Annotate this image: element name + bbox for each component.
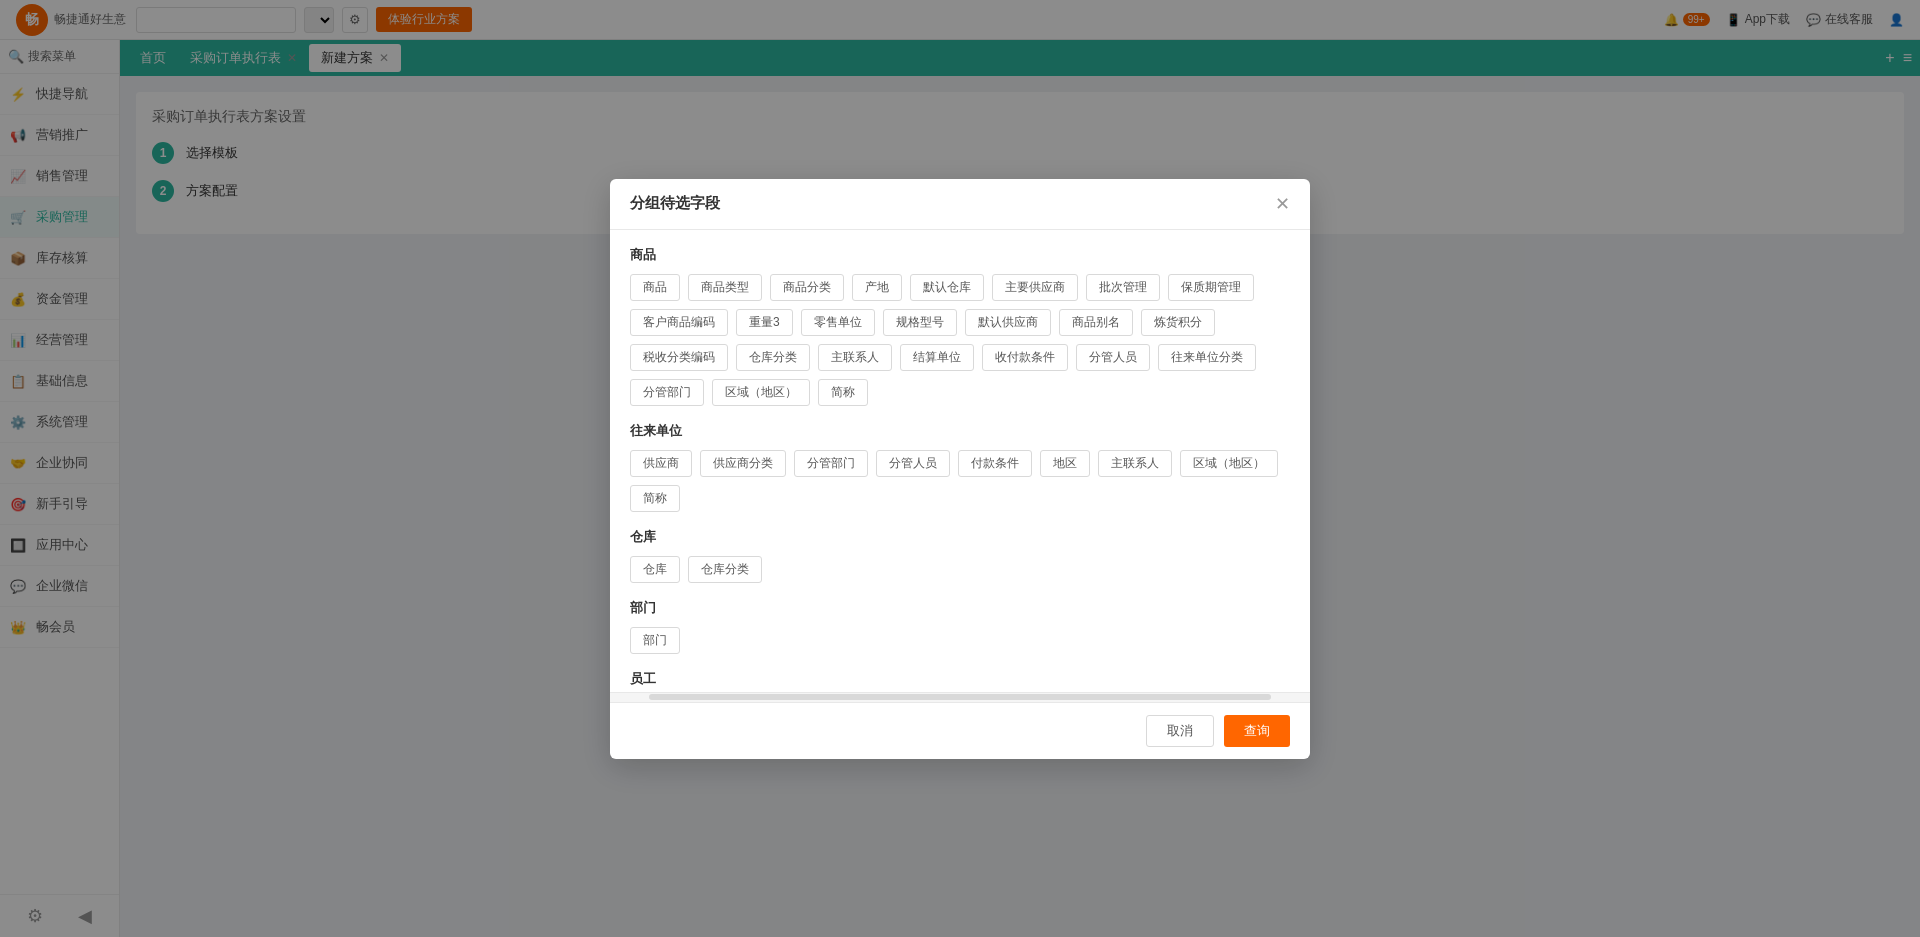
section-title-product: 商品 [630, 246, 1290, 264]
field-tag-product-7[interactable]: 保质期管理 [1168, 274, 1254, 301]
field-tag-department-0[interactable]: 部门 [630, 627, 680, 654]
modal-horizontal-scrollbar[interactable] [610, 692, 1310, 701]
section-title-warehouse: 仓库 [630, 528, 1290, 546]
field-section-warehouse: 仓库仓库仓库分类 [630, 528, 1290, 583]
field-tag-product-12[interactable]: 默认供应商 [965, 309, 1051, 336]
field-section-employee: 员工业务员 [630, 670, 1290, 693]
field-tag-product-23[interactable]: 区域（地区） [712, 379, 810, 406]
field-tag-warehouse-0[interactable]: 仓库 [630, 556, 680, 583]
field-tag-warehouse-1[interactable]: 仓库分类 [688, 556, 762, 583]
field-tag-partner-6[interactable]: 主联系人 [1098, 450, 1172, 477]
field-tag-product-21[interactable]: 往来单位分类 [1158, 344, 1256, 371]
field-tag-partner-7[interactable]: 区域（地区） [1180, 450, 1278, 477]
field-tag-product-4[interactable]: 默认仓库 [910, 274, 984, 301]
section-title-employee: 员工 [630, 670, 1290, 688]
field-tag-product-24[interactable]: 简称 [818, 379, 868, 406]
modal-close-btn[interactable]: ✕ [1275, 193, 1290, 215]
field-tags-product: 商品商品类型商品分类产地默认仓库主要供应商批次管理保质期管理客户商品编码重量3 零… [630, 274, 1290, 406]
field-tag-product-19[interactable]: 收付款条件 [982, 344, 1068, 371]
field-tag-product-15[interactable]: 税收分类编码 [630, 344, 728, 371]
field-tag-partner-2[interactable]: 分管部门 [794, 450, 868, 477]
field-tag-partner-5[interactable]: 地区 [1040, 450, 1090, 477]
field-tag-partner-0[interactable]: 供应商 [630, 450, 692, 477]
field-tag-partner-8[interactable]: 简称 [630, 485, 680, 512]
confirm-button[interactable]: 查询 [1224, 715, 1290, 747]
cancel-button[interactable]: 取消 [1146, 715, 1214, 747]
modal-overlay: 分组待选字段 ✕ 商品商品商品类型商品分类产地默认仓库主要供应商批次管理保质期管… [0, 0, 1920, 937]
field-tag-product-11[interactable]: 规格型号 [883, 309, 957, 336]
section-title-department: 部门 [630, 599, 1290, 617]
field-tag-product-13[interactable]: 商品别名 [1059, 309, 1133, 336]
modal-footer: 取消 查询 [610, 702, 1310, 759]
field-section-product: 商品商品商品类型商品分类产地默认仓库主要供应商批次管理保质期管理客户商品编码重量… [630, 246, 1290, 406]
field-tag-product-3[interactable]: 产地 [852, 274, 902, 301]
field-tag-product-10[interactable]: 零售单位 [801, 309, 875, 336]
field-tag-product-17[interactable]: 主联系人 [818, 344, 892, 371]
field-section-partner: 往来单位供应商供应商分类分管部门分管人员付款条件地区主联系人区域（地区） 简称 [630, 422, 1290, 512]
field-tag-product-0[interactable]: 商品 [630, 274, 680, 301]
section-title-partner: 往来单位 [630, 422, 1290, 440]
modal-header: 分组待选字段 ✕ [610, 179, 1310, 230]
field-tags-department: 部门 [630, 627, 1290, 654]
field-tag-partner-4[interactable]: 付款条件 [958, 450, 1032, 477]
field-section-department: 部门部门 [630, 599, 1290, 654]
field-tag-product-2[interactable]: 商品分类 [770, 274, 844, 301]
field-tag-product-6[interactable]: 批次管理 [1086, 274, 1160, 301]
field-tag-product-20[interactable]: 分管人员 [1076, 344, 1150, 371]
field-tag-product-8[interactable]: 客户商品编码 [630, 309, 728, 336]
field-tag-partner-3[interactable]: 分管人员 [876, 450, 950, 477]
field-tag-product-22[interactable]: 分管部门 [630, 379, 704, 406]
field-tags-warehouse: 仓库仓库分类 [630, 556, 1290, 583]
field-tags-partner: 供应商供应商分类分管部门分管人员付款条件地区主联系人区域（地区） 简称 [630, 450, 1290, 512]
field-tag-product-1[interactable]: 商品类型 [688, 274, 762, 301]
field-tag-product-9[interactable]: 重量3 [736, 309, 793, 336]
field-tag-product-18[interactable]: 结算单位 [900, 344, 974, 371]
field-tag-product-5[interactable]: 主要供应商 [992, 274, 1078, 301]
field-tag-product-14[interactable]: 炼货积分 [1141, 309, 1215, 336]
field-tag-product-16[interactable]: 仓库分类 [736, 344, 810, 371]
field-select-modal: 分组待选字段 ✕ 商品商品商品类型商品分类产地默认仓库主要供应商批次管理保质期管… [610, 179, 1310, 759]
field-tag-partner-1[interactable]: 供应商分类 [700, 450, 786, 477]
modal-body: 商品商品商品类型商品分类产地默认仓库主要供应商批次管理保质期管理客户商品编码重量… [610, 230, 1310, 693]
modal-title: 分组待选字段 [630, 194, 720, 213]
